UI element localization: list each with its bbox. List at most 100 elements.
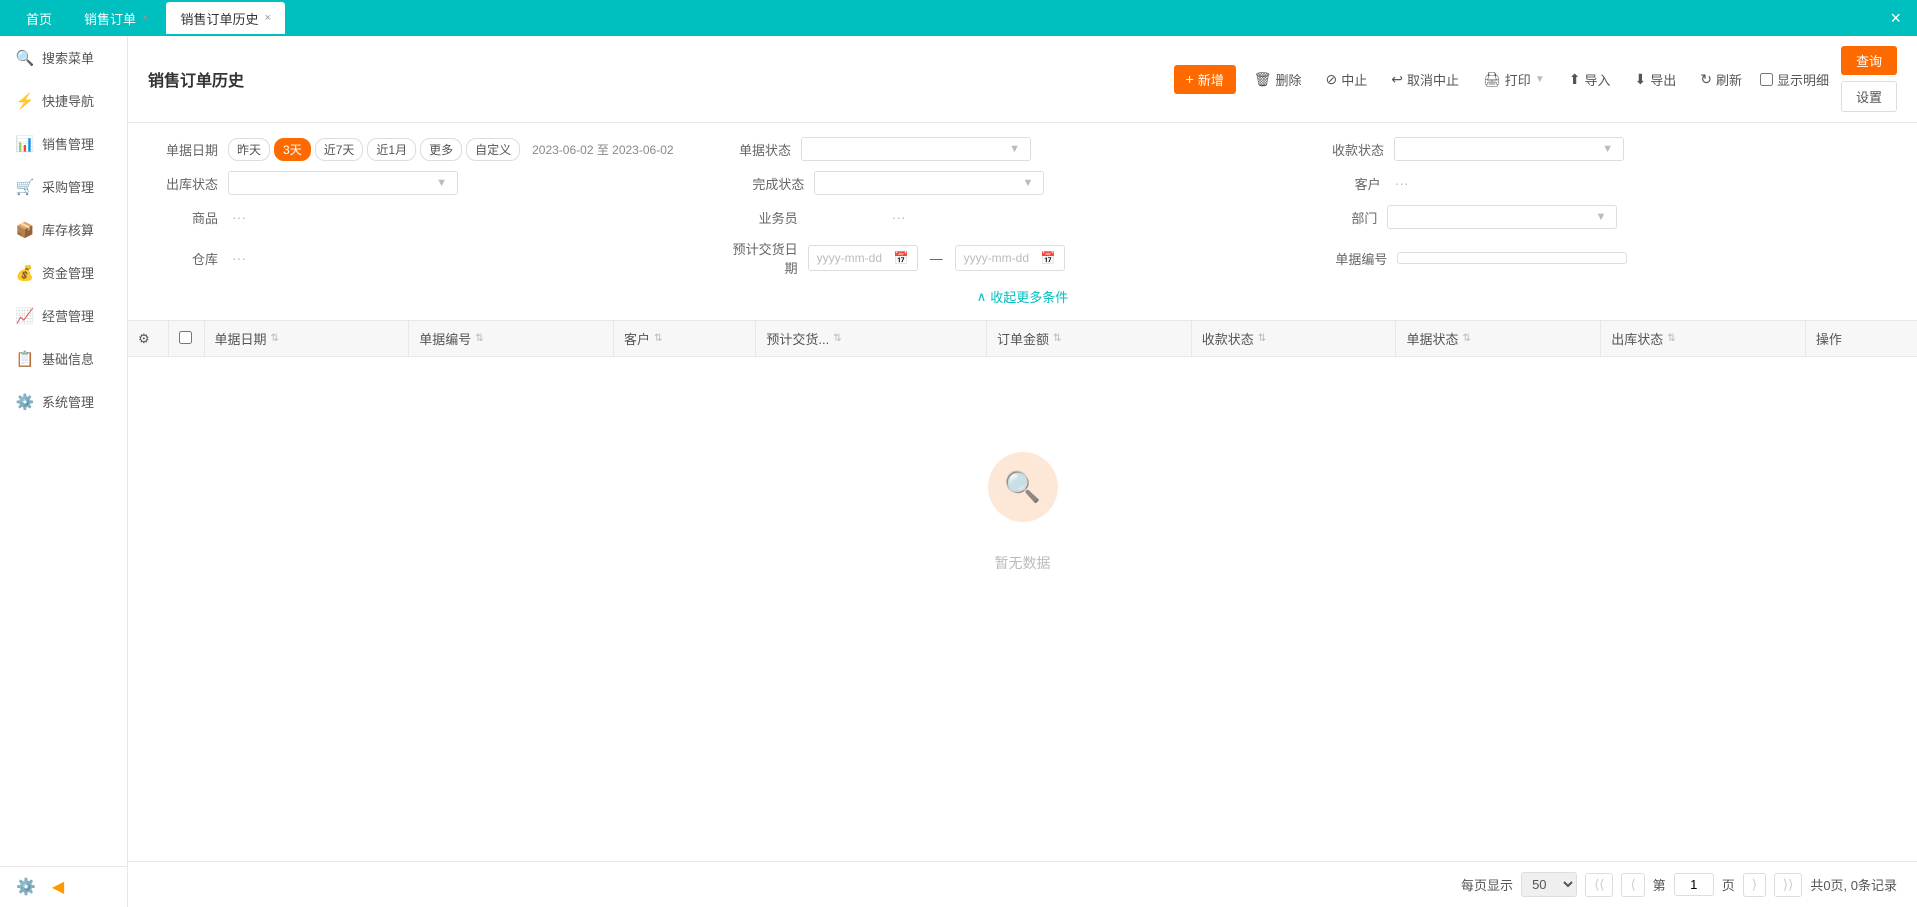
display-detail-checkbox[interactable] (1760, 73, 1773, 86)
page-last-btn[interactable]: ⟩⟩ (1774, 873, 1802, 897)
btn-refresh[interactable]: ↻ 刷新 (1694, 66, 1748, 93)
btn-print[interactable]: 🖨 打印 ▼ (1477, 66, 1551, 93)
status-label: 单据状态 (731, 140, 801, 159)
expected-date-end[interactable]: yyyy-mm-dd 📅 (955, 245, 1065, 271)
tab-sales-order[interactable]: 销售订单 × (70, 2, 162, 34)
empty-icon (988, 452, 1058, 522)
chevron-up-icon: ∧ (977, 289, 987, 305)
sidebar-item-sales-mgmt[interactable]: 📊 销售管理 (0, 122, 127, 165)
filter-row-2: 出库状态 ▼ 完成状态 ▼ 客户 ··· (148, 171, 1897, 195)
sys-mgmt-label: 系统管理 (42, 392, 94, 411)
goods-ellipsis-btn[interactable]: ··· (228, 205, 250, 229)
sidebar-item-inventory[interactable]: 📦 库存核算 (0, 208, 127, 251)
page-prev-btn[interactable]: ⟨ (1621, 873, 1644, 897)
expected-date-start[interactable]: yyyy-mm-dd 📅 (808, 245, 918, 271)
collapse-row[interactable]: ∧ 收起更多条件 (148, 287, 1897, 306)
sidebar-item-purchase-mgmt[interactable]: 🛒 采购管理 (0, 165, 127, 208)
th-checkbox[interactable] (168, 321, 204, 357)
th-settings[interactable]: ⚙ (128, 321, 168, 357)
search-menu-label: 搜索菜单 (42, 48, 94, 67)
completion-select[interactable]: ▼ (814, 171, 1044, 195)
th-doc-status[interactable]: 单据状态 ⇅ (1396, 321, 1601, 357)
calendar-end-icon[interactable]: 📅 (1041, 251, 1056, 265)
customer-ellipsis-btn[interactable]: ··· (1391, 171, 1413, 195)
sidebar-item-operations[interactable]: 📈 经营管理 (0, 294, 127, 337)
order-no-input[interactable] (1397, 252, 1627, 264)
date-btn-today[interactable]: 昨天 (228, 138, 270, 161)
date-separator: — (924, 251, 949, 266)
sort-expected-icon: ⇅ (833, 333, 841, 344)
filter-row-3: 商品 ··· 业务员 ··· 部门 ▼ (148, 205, 1897, 229)
th-amount[interactable]: 订单金额 ⇅ (987, 321, 1192, 357)
warehouse-ellipsis-btn[interactable]: ··· (228, 246, 250, 270)
tab-sales-order-history[interactable]: 销售订单历史 × (166, 2, 284, 34)
filter-row-4: 仓库 ··· 预计交货日期 yyyy-mm-dd 📅 — yyyy-mm-dd … (148, 239, 1897, 277)
th-no[interactable]: 单据编号 ⇅ (409, 321, 614, 357)
th-date[interactable]: 单据日期 ⇅ (204, 321, 409, 357)
th-customer[interactable]: 客户 ⇅ (613, 321, 755, 357)
customer-control: ··· (1391, 171, 1897, 195)
page-input[interactable] (1674, 873, 1714, 896)
top-bar-right: × (1886, 4, 1905, 33)
sidebar-item-basic-info[interactable]: 📋 基础信息 (0, 337, 127, 380)
btn-export[interactable]: ⬇ 导出 (1628, 66, 1682, 93)
dept-arrow: ▼ (1595, 211, 1606, 223)
outbound-select[interactable]: ▼ (228, 171, 458, 195)
sidebar-item-search-menu[interactable]: 🔍 搜索菜单 (0, 36, 127, 79)
quick-nav-icon: ⚡ (16, 92, 34, 110)
btn-cancel-stop[interactable]: ↩ 取消中止 (1385, 66, 1465, 93)
tab-history-label: 销售订单历史 (180, 9, 258, 28)
btn-query[interactable]: 查询 (1841, 46, 1897, 75)
expected-date-control: yyyy-mm-dd 📅 — yyyy-mm-dd 📅 (808, 245, 1308, 271)
date-btn-1month[interactable]: 近1月 (367, 138, 416, 161)
sidebar-item-sys-mgmt[interactable]: ⚙️ 系统管理 (0, 380, 127, 423)
tab-sales-order-close[interactable]: × (142, 12, 148, 24)
print-label: 打印 (1505, 70, 1531, 89)
page-next-btn[interactable]: ⟩ (1743, 873, 1766, 897)
date-range-text: 2023-06-02 至 2023-06-02 (532, 141, 673, 158)
page-first-btn[interactable]: ⟨⟨ (1585, 873, 1613, 897)
th-outbound-status[interactable]: 出库状态 ⇅ (1601, 321, 1806, 357)
btn-setting[interactable]: 设置 (1841, 81, 1897, 112)
operations-icon: 📈 (16, 307, 34, 325)
purchase-mgmt-icon: 🛒 (16, 178, 34, 196)
select-all-checkbox[interactable] (179, 331, 192, 344)
table-gear-icon[interactable]: ⚙ (138, 331, 150, 346)
payment-status-select[interactable]: ▼ (1394, 137, 1624, 161)
sidebar-gear-icon[interactable]: ⚙️ (16, 877, 36, 897)
payment-status-label: 收款状态 (1324, 140, 1394, 159)
window-close-btn[interactable]: × (1886, 4, 1905, 33)
new-label: 新增 (1198, 70, 1224, 89)
btn-delete[interactable]: 🗑 删除 (1248, 66, 1308, 93)
btn-new[interactable]: + 新增 (1174, 65, 1236, 94)
status-select[interactable]: ▼ (801, 137, 1031, 161)
toolbar: + 新增 🗑 删除 ⊘ 中止 ↩ 取消中止 🖨 打印 (1174, 46, 1897, 112)
btn-stop[interactable]: ⊘ 中止 (1320, 66, 1374, 93)
btn-import[interactable]: ⬆ 导入 (1563, 66, 1617, 93)
tab-history-close[interactable]: × (264, 12, 270, 24)
date-btn-more[interactable]: 更多 (420, 138, 462, 161)
display-detail-toggle[interactable]: 显示明细 (1760, 70, 1829, 89)
th-operation: 操作 (1805, 321, 1917, 357)
th-expected-date[interactable]: 预计交货... ⇅ (756, 321, 987, 357)
tab-home[interactable]: 首页 (12, 2, 66, 34)
th-doc-status-label: 单据状态 (1406, 329, 1458, 348)
sidebar-item-quick-nav[interactable]: ⚡ 快捷导航 (0, 79, 127, 122)
expected-date-label: 预计交货日期 (728, 239, 808, 277)
salesperson-label: 业务员 (738, 208, 808, 227)
sidebar-item-finance[interactable]: 💰 资金管理 (0, 251, 127, 294)
total-records: 共0页, 0条记录 (1810, 875, 1897, 894)
dept-select[interactable]: ▼ (1387, 205, 1617, 229)
th-payment-status[interactable]: 收款状态 ⇅ (1191, 321, 1396, 357)
outbound-arrow: ▼ (436, 177, 447, 189)
sidebar-collapse-icon[interactable]: ◀ (52, 877, 64, 897)
date-btn-3days[interactable]: 3天 (274, 138, 311, 161)
top-bar: 首页 销售订单 × 销售订单历史 × × (0, 0, 1917, 36)
page-size-select[interactable]: 50 20 100 (1521, 872, 1577, 897)
salesperson-ellipsis-btn[interactable]: ··· (888, 205, 910, 229)
refresh-icon: ↻ (1700, 71, 1712, 88)
calendar-start-icon[interactable]: 📅 (894, 251, 909, 265)
date-btn-7days[interactable]: 近7天 (315, 138, 364, 161)
date-btn-custom[interactable]: 自定义 (466, 138, 520, 161)
status-select-arrow: ▼ (1009, 143, 1020, 155)
